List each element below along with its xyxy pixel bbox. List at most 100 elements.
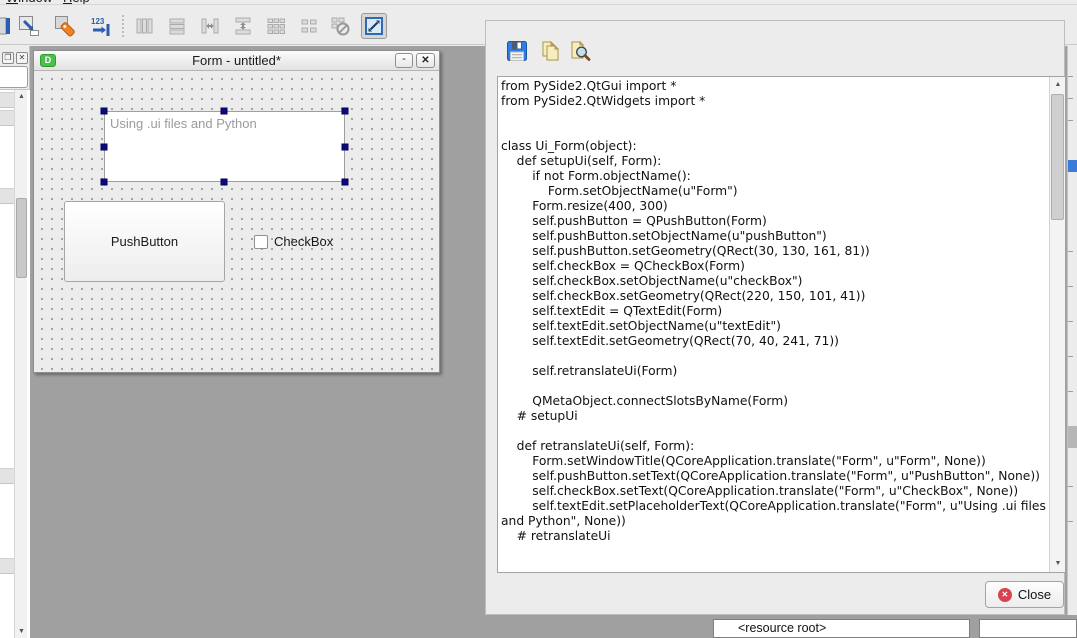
form-canvas[interactable]: Using .ui files and Python PushButton Ch… bbox=[34, 71, 439, 372]
dock-float-icon[interactable]: ❐ bbox=[2, 52, 14, 64]
code-line: def retranslateUi(self, Form): bbox=[501, 439, 1047, 454]
code-line: self.checkBox.setObjectName(u"checkBox") bbox=[501, 274, 1047, 289]
menu-help-mnemonic bbox=[63, 3, 72, 4]
dock-selected-row[interactable] bbox=[1068, 160, 1077, 172]
copy-icon[interactable] bbox=[538, 39, 562, 63]
menu-bar: Window Help bbox=[0, 0, 1077, 5]
widget-category-row[interactable] bbox=[0, 468, 14, 484]
code-line: self.textEdit = QTextEdit(Form) bbox=[501, 304, 1047, 319]
svg-text:123: 123 bbox=[91, 17, 105, 26]
dock-tick bbox=[1068, 321, 1073, 322]
widget-category-row[interactable] bbox=[0, 188, 14, 204]
code-line: class Ui_Form(object): bbox=[501, 139, 1047, 154]
dock-tick bbox=[1068, 521, 1073, 522]
dock-close-icon[interactable]: ✕ bbox=[16, 52, 28, 64]
scroll-down-icon[interactable]: ▼ bbox=[15, 625, 28, 638]
dock-tick bbox=[1068, 120, 1073, 121]
code-line: self.textEdit.setPlaceholderText(QCoreAp… bbox=[501, 499, 1047, 514]
selection-handle-mid-left[interactable] bbox=[101, 144, 108, 151]
checkbox-indicator[interactable] bbox=[254, 235, 268, 249]
code-line: self.textEdit.setGeometry(QRect(70, 40, … bbox=[501, 334, 1047, 349]
lay-out-vertical-splitter-icon bbox=[230, 13, 256, 39]
qt-textedit-widget[interactable]: Using .ui files and Python bbox=[104, 111, 345, 182]
selection-handle-bottom-mid[interactable] bbox=[221, 179, 228, 186]
code-line: self.checkBox = QCheckBox(Form) bbox=[501, 259, 1047, 274]
widget-box-dock: ❐ ✕ ▲ ▼ bbox=[0, 46, 30, 638]
qt-designer-window: Window Help 123 bbox=[0, 0, 1077, 638]
code-preview-window: from PySide2.QtGui import *from PySide2.… bbox=[485, 20, 1065, 615]
minimize-button[interactable]: - bbox=[395, 53, 413, 68]
lay-out-horizontally-icon bbox=[131, 13, 157, 39]
checkbox-label: CheckBox bbox=[274, 234, 333, 249]
resource-preview-box[interactable] bbox=[979, 619, 1077, 638]
selection-handle-bottom-right[interactable] bbox=[342, 179, 349, 186]
code-line bbox=[501, 349, 1047, 364]
code-line bbox=[501, 379, 1047, 394]
code-line bbox=[501, 109, 1047, 124]
scroll-down-icon[interactable]: ▼ bbox=[1050, 557, 1066, 571]
code-line: self.retranslateUi(Form) bbox=[501, 364, 1047, 379]
code-line: and Python", None)) bbox=[501, 514, 1047, 529]
close-window-button[interactable]: ✕ bbox=[416, 53, 435, 68]
dock-tick bbox=[1068, 356, 1073, 357]
widget-category-row[interactable] bbox=[0, 110, 14, 126]
qt-checkbox-widget[interactable]: CheckBox bbox=[254, 221, 355, 262]
widget-category-row[interactable] bbox=[0, 558, 14, 574]
code-line: Form.setObjectName(u"Form") bbox=[501, 184, 1047, 199]
code-line bbox=[501, 424, 1047, 439]
code-scrollbar[interactable]: ▲ ▼ bbox=[1049, 77, 1065, 572]
code-line: self.pushButton.setObjectName(u"pushButt… bbox=[501, 229, 1047, 244]
form-window-title: Form - untitled* bbox=[34, 53, 439, 68]
code-line: if not Form.objectName(): bbox=[501, 169, 1047, 184]
code-line: Form.resize(400, 300) bbox=[501, 199, 1047, 214]
scrollbar-thumb[interactable] bbox=[16, 198, 27, 278]
code-line: # retranslateUi bbox=[501, 529, 1047, 544]
menu-window-mnemonic bbox=[6, 3, 18, 4]
dock-tick bbox=[1068, 98, 1073, 99]
form-titlebar[interactable]: D Form - untitled* - ✕ bbox=[34, 51, 439, 71]
scroll-up-icon[interactable]: ▲ bbox=[15, 90, 28, 103]
close-button-label: Close bbox=[1018, 587, 1051, 602]
dock-tick bbox=[1068, 486, 1073, 487]
selection-handle-top-right[interactable] bbox=[342, 108, 349, 115]
code-line: from PySide2.QtWidgets import * bbox=[501, 94, 1047, 109]
code-line: # setupUi bbox=[501, 409, 1047, 424]
selection-handle-bottom-left[interactable] bbox=[101, 179, 108, 186]
resource-root-item[interactable]: <resource root> bbox=[713, 619, 970, 638]
selection-handle-top-left[interactable] bbox=[101, 108, 108, 115]
break-layout-icon bbox=[327, 13, 353, 39]
selection-handle-mid-right[interactable] bbox=[342, 144, 349, 151]
code-line: Form.setWindowTitle(QCoreApplication.tra… bbox=[501, 454, 1047, 469]
code-line: from PySide2.QtGui import * bbox=[501, 79, 1047, 94]
widget-box-scrollbar[interactable]: ▲ ▼ bbox=[14, 90, 27, 638]
scroll-up-icon[interactable]: ▲ bbox=[1050, 78, 1066, 92]
form-subwindow: D Form - untitled* - ✕ Using .ui files a… bbox=[33, 50, 440, 373]
dock-tick bbox=[1068, 391, 1073, 392]
code-line: self.checkBox.setGeometry(QRect(220, 150… bbox=[501, 289, 1047, 304]
edit-buddies-icon[interactable] bbox=[52, 13, 78, 39]
dock-tick bbox=[1068, 286, 1073, 287]
right-dock-sliver bbox=[1067, 46, 1077, 615]
selection-handle-top-mid[interactable] bbox=[221, 108, 228, 115]
lay-out-vertically-icon bbox=[164, 13, 190, 39]
dock-tick bbox=[1068, 76, 1073, 77]
code-line: self.pushButton = QPushButton(Form) bbox=[501, 214, 1047, 229]
save-icon[interactable] bbox=[505, 39, 529, 63]
code-view[interactable]: from PySide2.QtGui import *from PySide2.… bbox=[497, 76, 1066, 573]
find-icon[interactable] bbox=[568, 39, 592, 63]
widget-category-row[interactable] bbox=[0, 92, 14, 108]
edit-widgets-icon[interactable] bbox=[16, 13, 42, 39]
qt-pushbutton-widget[interactable]: PushButton bbox=[64, 201, 225, 282]
code-line: self.checkBox.setText(QCoreApplication.t… bbox=[501, 484, 1047, 499]
edit-tab-order-icon[interactable]: 123 bbox=[87, 13, 113, 39]
code-line: def setupUi(self, Form): bbox=[501, 154, 1047, 169]
dock-scrollbar-thumb[interactable] bbox=[1068, 426, 1077, 448]
generated-code-text: from PySide2.QtGui import *from PySide2.… bbox=[501, 79, 1047, 544]
close-red-icon: ✕ bbox=[998, 588, 1012, 602]
adjust-size-icon[interactable] bbox=[361, 13, 387, 39]
close-button[interactable]: ✕ Close bbox=[985, 581, 1064, 608]
scrollbar-thumb[interactable] bbox=[1051, 94, 1064, 220]
code-line: self.textEdit.setObjectName(u"textEdit") bbox=[501, 319, 1047, 334]
widget-filter-input[interactable] bbox=[0, 66, 28, 88]
widget-fragment-icon[interactable] bbox=[0, 13, 14, 39]
